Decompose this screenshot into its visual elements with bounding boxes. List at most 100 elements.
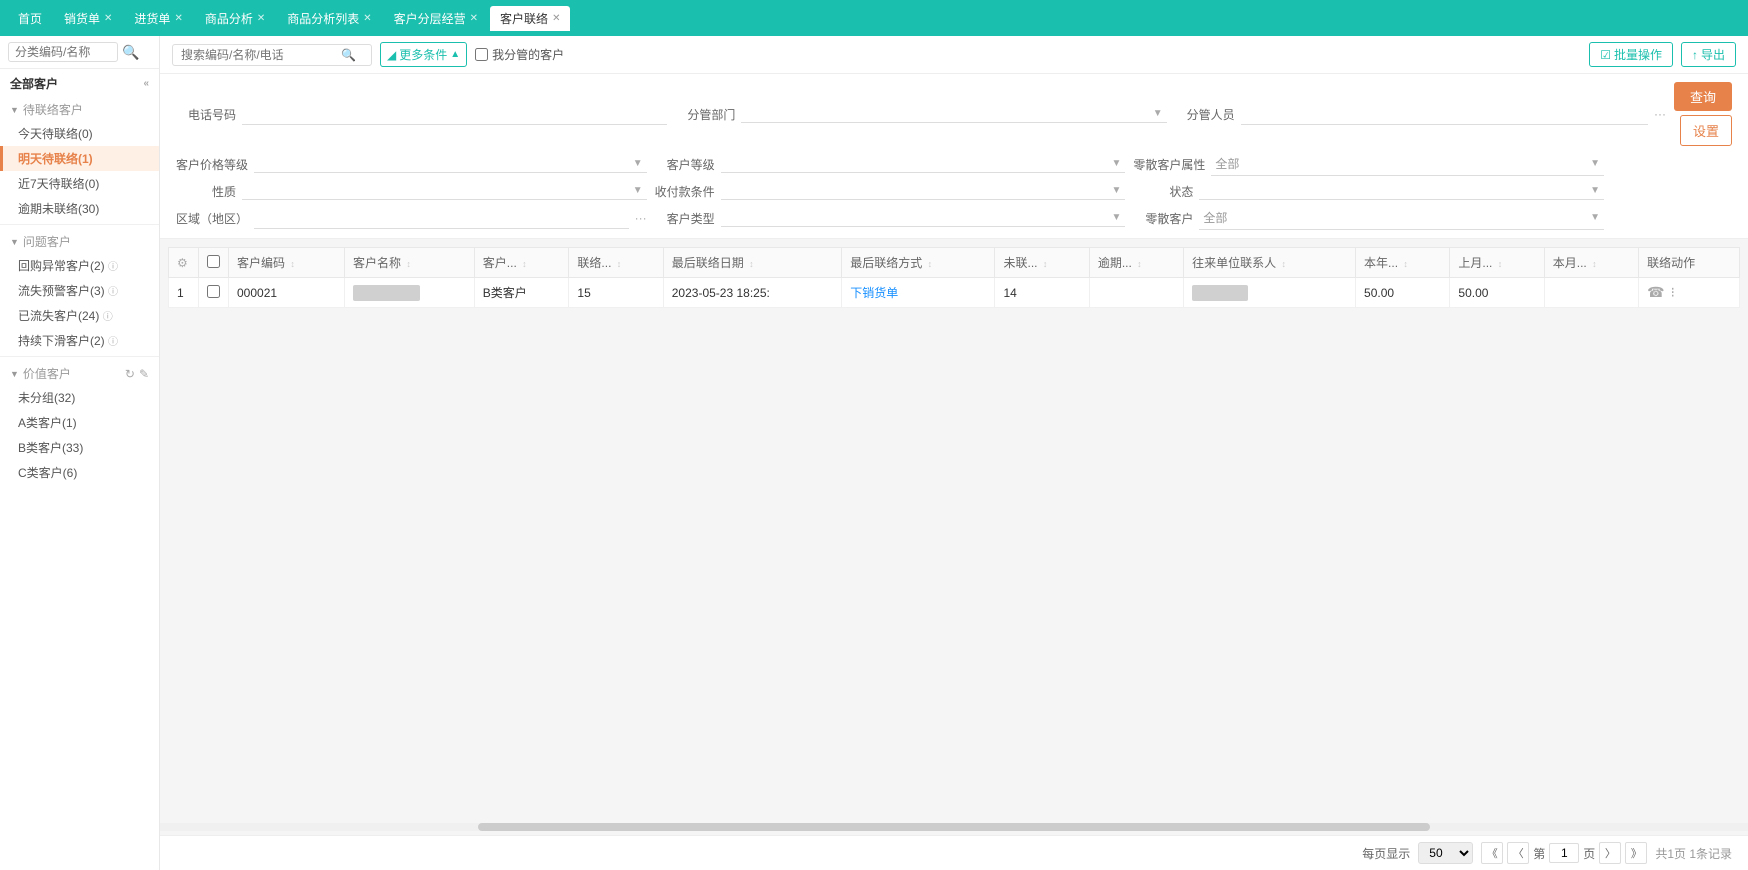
th-contact-count[interactable]: 联络... ↕	[569, 248, 663, 278]
table-footer: 每页显示 50 100 200 《 〈 第 页 〉 》 共1页 1条记录	[160, 835, 1748, 870]
sidebar-search-input[interactable]	[8, 42, 118, 62]
filter-nature-select[interactable]: ▼	[242, 182, 647, 200]
th-last-contact-date[interactable]: 最后联络日期 ↕	[663, 248, 841, 278]
sort-icon: ↕	[749, 259, 754, 269]
sidebar-item-class-c[interactable]: C类客户(6)	[0, 460, 159, 485]
next-page-btn[interactable]: 〉	[1599, 842, 1621, 864]
filter-retail-attr: 零散客户属性 全部 ▼	[1133, 152, 1604, 176]
filter-search-input[interactable]	[181, 48, 341, 62]
nav-customer-segment[interactable]: 客户分层经营 ✕	[384, 6, 488, 31]
nav-product-analysis[interactable]: 商品分析 ✕	[195, 6, 275, 31]
th-type[interactable]: 客户... ↕	[474, 248, 569, 278]
sidebar-item-repurchase-abnormal[interactable]: 回购异常客户(2) ⓘ	[0, 253, 159, 278]
table-settings-icon[interactable]: ⚙	[177, 256, 188, 270]
filter-search-icon[interactable]: 🔍	[341, 48, 356, 62]
settings-button[interactable]: 设置	[1680, 115, 1732, 146]
nav-home[interactable]: 首页	[8, 6, 52, 31]
my-customers-checkbox[interactable]	[475, 48, 488, 61]
nav-close-icon[interactable]: ✕	[363, 13, 371, 24]
sidebar-item-class-a[interactable]: A类客户(1)	[0, 410, 159, 435]
page-number-input[interactable]	[1549, 843, 1579, 863]
td-last-contact-method[interactable]: 下销货单	[842, 278, 995, 308]
sidebar-item-overdue-contact[interactable]: 逾期未联络(30)	[0, 196, 159, 221]
select-all-checkbox[interactable]	[207, 255, 220, 268]
filter-status-select[interactable]: ▼	[1199, 182, 1604, 200]
scrollbar-thumb[interactable]	[478, 823, 1431, 831]
horizontal-scrollbar[interactable]	[160, 823, 1748, 831]
td-uncontacted: 14	[995, 278, 1089, 308]
sidebar-item-declining[interactable]: 持续下滑客户(2) ⓘ	[0, 328, 159, 353]
sidebar-group-pending[interactable]: ▼ 待联络客户	[0, 96, 159, 121]
filter-retail-customer-select[interactable]: 全部 ▼	[1199, 206, 1604, 230]
td-this-year: 50.00	[1356, 278, 1450, 308]
customer-name-blurred	[353, 285, 420, 301]
filter-icon: ◢	[387, 48, 396, 62]
page-suffix-label: 页	[1583, 845, 1595, 862]
query-button[interactable]: 查询	[1674, 82, 1732, 111]
th-last-month[interactable]: 上月... ↕	[1450, 248, 1544, 278]
value-group-refresh-icon[interactable]: ↻	[125, 367, 135, 381]
row-checkbox[interactable]	[207, 285, 220, 298]
filter-more-conditions-btn[interactable]: ◢ 更多条件 ▲	[380, 42, 467, 67]
filter-region-input[interactable]	[254, 208, 629, 229]
th-this-year[interactable]: 本年... ↕	[1356, 248, 1450, 278]
filter-customer-type-select[interactable]: ▼	[721, 209, 1126, 227]
filter-manager-dots[interactable]: ···	[1654, 107, 1666, 121]
first-page-btn[interactable]: 《	[1481, 842, 1503, 864]
nav-customer-contact[interactable]: 客户联络 ✕	[490, 6, 570, 31]
filter-region-dots[interactable]: ···	[635, 211, 647, 225]
sidebar-item-churn-warning[interactable]: 流失预警客户(3) ⓘ	[0, 278, 159, 303]
th-contact-person[interactable]: 往来单位联系人 ↕	[1184, 248, 1356, 278]
action-phone-icon[interactable]: ☎	[1647, 284, 1664, 301]
export-icon: ↑	[1692, 48, 1698, 62]
sort-icon: ↕	[1403, 259, 1408, 269]
filter-status: 状态 ▼	[1133, 182, 1604, 200]
filter-phone-input[interactable]	[242, 104, 667, 125]
filter-payment-terms-select[interactable]: ▼	[721, 182, 1126, 200]
nav-close-icon[interactable]: ✕	[104, 13, 112, 24]
filter-retail-attr-select[interactable]: 全部 ▼	[1211, 152, 1604, 176]
sidebar-group-value[interactable]: ▼ 价值客户 ↻ ✎	[0, 360, 159, 385]
nav-sales-order[interactable]: 销货单 ✕	[54, 6, 122, 31]
last-page-btn[interactable]: 》	[1625, 842, 1647, 864]
th-last-contact-method[interactable]: 最后联络方式 ↕	[842, 248, 995, 278]
sidebar-item-class-b[interactable]: B类客户(33)	[0, 435, 159, 460]
filter-price-level-select[interactable]: ▼	[254, 155, 647, 173]
filter-customer-level: 客户等级 ▼	[655, 155, 1126, 173]
nav-purchase-order[interactable]: 进货单 ✕	[124, 6, 192, 31]
filter-manager: 分管人员 ···	[1175, 104, 1666, 125]
batch-ops-btn[interactable]: ☑ 批量操作	[1589, 42, 1673, 67]
sort-icon: ↕	[928, 259, 933, 269]
prev-page-btn[interactable]: 〈	[1507, 842, 1529, 864]
th-code[interactable]: 客户编码 ↕	[229, 248, 345, 278]
sidebar-search-icon[interactable]: 🔍	[122, 44, 139, 61]
filter-dept-select[interactable]: ▼	[741, 105, 1166, 123]
sidebar-item-today-contact[interactable]: 今天待联络(0)	[0, 121, 159, 146]
nav-product-analysis-list[interactable]: 商品分析列表 ✕	[277, 6, 381, 31]
th-name[interactable]: 客户名称 ↕	[345, 248, 475, 278]
nav-close-icon[interactable]: ✕	[552, 13, 560, 24]
nav-close-icon[interactable]: ✕	[257, 13, 265, 24]
sidebar-all-customers[interactable]: 全部客户 «	[0, 69, 159, 96]
sidebar-item-7days-contact[interactable]: 近7天待联络(0)	[0, 171, 159, 196]
filter-customer-level-select[interactable]: ▼	[721, 155, 1126, 173]
last-contact-method-link[interactable]: 下销货单	[850, 286, 898, 300]
value-group-edit-icon[interactable]: ✎	[139, 367, 149, 381]
nav-close-icon[interactable]: ✕	[174, 13, 182, 24]
sidebar: 🔍 全部客户 « ▼ 待联络客户 今天待联络(0) 明天待联络(1) 近7天待联…	[0, 36, 160, 870]
my-customers-checkbox-label[interactable]: 我分管的客户	[475, 46, 564, 63]
nav-close-icon[interactable]: ✕	[470, 13, 478, 24]
action-menu-icon[interactable]: ⁝	[1671, 284, 1675, 301]
export-btn[interactable]: ↑ 导出	[1681, 42, 1736, 67]
sidebar-item-ungrouped[interactable]: 未分组(32)	[0, 385, 159, 410]
sidebar-item-churned[interactable]: 已流失客户(24) ⓘ	[0, 303, 159, 328]
per-page-select[interactable]: 50 100 200	[1418, 842, 1473, 864]
page-prefix-label: 第	[1533, 845, 1545, 862]
th-overdue[interactable]: 逾期... ↕	[1089, 248, 1183, 278]
sidebar-group-problem[interactable]: ▼ 问题客户	[0, 228, 159, 253]
filter-manager-input[interactable]	[1241, 104, 1648, 125]
filter-phone: 电话号码	[176, 104, 667, 125]
sidebar-item-tomorrow-contact[interactable]: 明天待联络(1)	[0, 146, 159, 171]
th-this-month[interactable]: 本月... ↕	[1544, 248, 1638, 278]
th-uncontacted[interactable]: 未联... ↕	[995, 248, 1089, 278]
